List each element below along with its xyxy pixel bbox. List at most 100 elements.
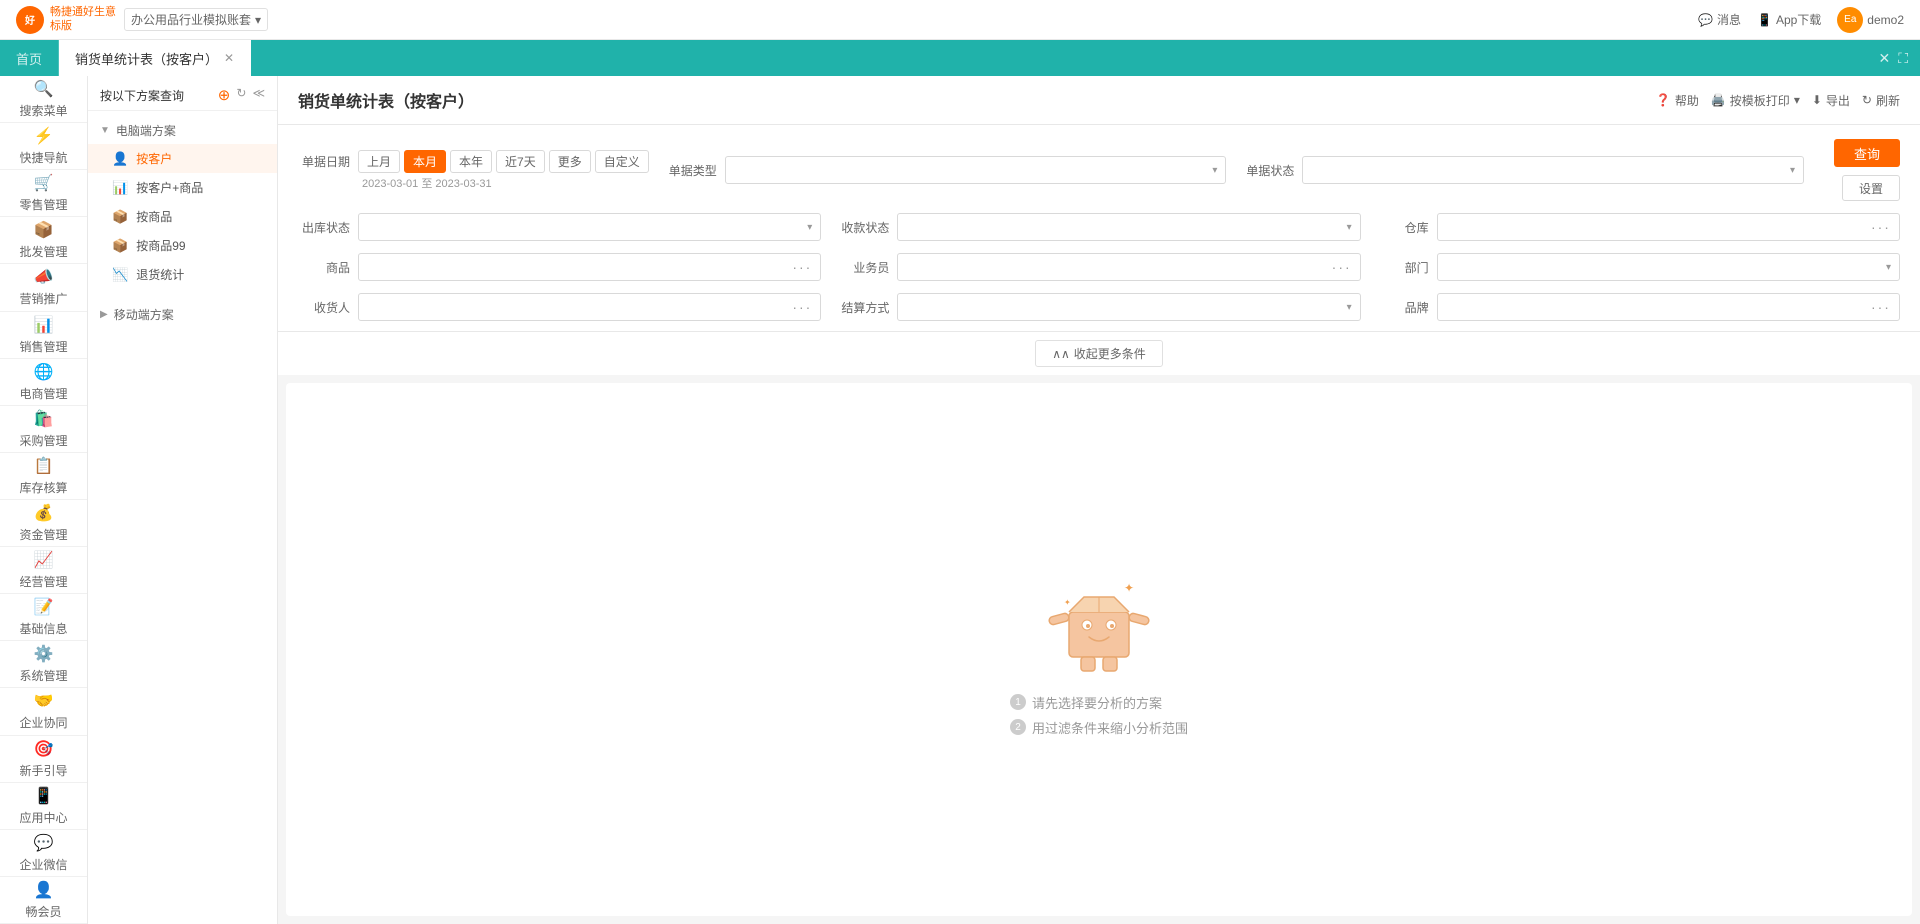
receipt-status-input[interactable]: ▾ bbox=[897, 213, 1360, 241]
warehouse-label: 仓库 bbox=[1377, 219, 1429, 236]
date-btn-custom[interactable]: 自定义 bbox=[595, 150, 649, 173]
sidebar-item-operations[interactable]: 📈 经营管理 bbox=[0, 547, 87, 594]
scheme-item-by-customer[interactable]: 👤 按客户 bbox=[88, 144, 277, 173]
refresh-scheme-icon[interactable]: ↻ bbox=[236, 86, 246, 104]
tab-maximize-icon[interactable]: ⛶ bbox=[1898, 50, 1908, 67]
sidebar-item-wechat[interactable]: 💬 企业微信 bbox=[0, 830, 87, 877]
settlement-arrow-icon: ▾ bbox=[1347, 302, 1352, 313]
doc-type-arrow-icon: ▾ bbox=[1212, 165, 1217, 176]
sidebar-item-wholesale[interactable]: 📦 批发管理 bbox=[0, 217, 87, 264]
salesperson-input[interactable]: ··· bbox=[897, 253, 1360, 281]
sidebar-item-ecommerce[interactable]: 🌐 电商管理 bbox=[0, 359, 87, 406]
sidebar-item-quick-nav[interactable]: ⚡ 快捷导航 bbox=[0, 123, 87, 170]
collapse-scheme-icon[interactable]: ≪ bbox=[252, 86, 265, 104]
sidebar-item-newuser[interactable]: 🎯 新手引导 bbox=[0, 736, 87, 783]
user-avatar-button[interactable]: Ea demo2 bbox=[1837, 7, 1904, 33]
scheme-group-mobile-header[interactable]: ▶ 移动端方案 bbox=[88, 301, 277, 328]
date-btn-this-month[interactable]: 本月 bbox=[404, 150, 446, 173]
page-title-bar: 销货单统计表（按客户） ❓ 帮助 🖨️ 按模板打印 ▾ ⬇ 导出 bbox=[278, 76, 1920, 125]
doc-type-input[interactable]: ▾ bbox=[725, 156, 1227, 184]
search-icon: 🔍 bbox=[34, 79, 54, 99]
date-btn-last-7days[interactable]: 近7天 bbox=[496, 150, 545, 173]
date-btn-this-year[interactable]: 本年 bbox=[450, 150, 492, 173]
sidebar-item-wechat-label: 企业微信 bbox=[19, 856, 67, 873]
sidebar-item-basic[interactable]: 📝 基础信息 bbox=[0, 594, 87, 641]
warehouse-input[interactable]: ··· bbox=[1437, 213, 1900, 241]
scheme-item-by-product-99-label: 按商品99 bbox=[136, 237, 185, 254]
scheme-item-product99-icon: 📦 bbox=[112, 238, 128, 254]
operations-icon: 📈 bbox=[34, 550, 54, 570]
scheme-item-by-product-99[interactable]: 📦 按商品99 bbox=[88, 231, 277, 260]
help-icon: ❓ bbox=[1656, 93, 1671, 107]
collapse-button[interactable]: ∧∧ 收起更多条件 bbox=[1035, 340, 1163, 367]
filter-brand: 品牌 ··· bbox=[1377, 293, 1900, 321]
scheme-header-title: 按以下方案查询 bbox=[100, 87, 184, 104]
date-btn-more[interactable]: 更多 bbox=[549, 150, 591, 173]
wholesale-icon: 📦 bbox=[34, 220, 54, 240]
date-btn-last-month[interactable]: 上月 bbox=[358, 150, 400, 173]
sidebar-item-appcenter[interactable]: 📱 应用中心 bbox=[0, 783, 87, 830]
doc-status-input[interactable]: ▾ bbox=[1302, 156, 1804, 184]
scheme-group-desktop-header[interactable]: ▼ 电脑端方案 bbox=[88, 117, 277, 144]
brand-input[interactable]: ··· bbox=[1437, 293, 1900, 321]
message-button[interactable]: 💬 消息 bbox=[1698, 11, 1741, 28]
consignee-input[interactable]: ··· bbox=[358, 293, 821, 321]
warehouse-dots-icon: ··· bbox=[1871, 219, 1891, 235]
salesperson-label: 业务员 bbox=[837, 259, 889, 276]
sidebar-item-inventory[interactable]: 📋 库存核算 bbox=[0, 453, 87, 500]
sidebar-item-retail-label: 零售管理 bbox=[19, 196, 67, 213]
scheme-item-return-icon: 📉 bbox=[112, 267, 128, 283]
tab-minimize-icon[interactable]: ✕ bbox=[1878, 50, 1890, 67]
sidebar-item-purchase-label: 采购管理 bbox=[19, 432, 67, 449]
sales-icon: 📊 bbox=[34, 315, 54, 335]
logo-area: 好 畅捷通好生意 标版 bbox=[16, 6, 116, 34]
settlement-input[interactable]: ▾ bbox=[897, 293, 1360, 321]
out-status-label: 出库状态 bbox=[298, 219, 350, 236]
add-scheme-button[interactable]: ⊕ bbox=[218, 86, 231, 104]
sidebar-item-retail[interactable]: 🛒 零售管理 bbox=[0, 170, 87, 217]
template-print-button[interactable]: 🖨️ 按模板打印 ▾ bbox=[1711, 92, 1800, 109]
scheme-item-by-product[interactable]: 📦 按商品 bbox=[88, 202, 277, 231]
sidebar-item-sales[interactable]: 📊 销售管理 bbox=[0, 312, 87, 359]
industry-selector[interactable]: 办公用品行业模拟账套 ▾ bbox=[124, 8, 268, 31]
member-icon: 👤 bbox=[34, 880, 54, 900]
sidebar-item-system[interactable]: ⚙️ 系统管理 bbox=[0, 641, 87, 688]
department-input[interactable]: ▾ bbox=[1437, 253, 1900, 281]
sidebar-item-member[interactable]: 👤 畅会员 bbox=[0, 877, 87, 924]
filter-row-3: 商品 ··· 业务员 ··· 部门 bbox=[298, 253, 1900, 281]
filter-date: 单据日期 上月 本月 本年 近7天 更多 自定义 2023-03-0 bbox=[298, 150, 649, 191]
salesperson-dots-icon: ··· bbox=[1332, 259, 1352, 275]
sidebar-item-finance[interactable]: 💰 资金管理 bbox=[0, 500, 87, 547]
tab-close-icon[interactable]: ✕ bbox=[224, 51, 234, 65]
settings-button[interactable]: 设置 bbox=[1842, 175, 1900, 201]
consignee-label: 收货人 bbox=[298, 299, 350, 316]
sidebar-item-search[interactable]: 🔍 搜索菜单 bbox=[0, 76, 87, 123]
sidebar-item-operations-label: 经营管理 bbox=[19, 573, 67, 590]
help-button[interactable]: ❓ 帮助 bbox=[1656, 92, 1699, 109]
page-actions: ❓ 帮助 🖨️ 按模板打印 ▾ ⬇ 导出 ↻ 刷新 bbox=[1656, 92, 1900, 121]
sidebar-item-newuser-label: 新手引导 bbox=[19, 762, 67, 779]
scheme-header: 按以下方案查询 ⊕ ↻ ≪ bbox=[88, 76, 277, 111]
sidebar-item-enterprise[interactable]: 🤝 企业协同 bbox=[0, 688, 87, 735]
out-status-input[interactable]: ▾ bbox=[358, 213, 821, 241]
main-content: 销货单统计表（按客户） ❓ 帮助 🖨️ 按模板打印 ▾ ⬇ 导出 bbox=[278, 76, 1920, 924]
export-button[interactable]: ⬇ 导出 bbox=[1812, 92, 1850, 109]
scheme-item-by-customer-product[interactable]: 📊 按客户+商品 bbox=[88, 173, 277, 202]
svg-text:✦: ✦ bbox=[1064, 598, 1071, 607]
product-input[interactable]: ··· bbox=[358, 253, 821, 281]
filter-consignee: 收货人 ··· bbox=[298, 293, 821, 321]
sidebar-item-purchase[interactable]: 🛍️ 采购管理 bbox=[0, 406, 87, 453]
sidebar-item-wholesale-label: 批发管理 bbox=[19, 243, 67, 260]
tab-home[interactable]: 首页 bbox=[0, 40, 59, 76]
app-download-button[interactable]: 📱 App下载 bbox=[1757, 11, 1821, 28]
refresh-button[interactable]: ↻ 刷新 bbox=[1862, 92, 1900, 109]
sidebar-item-finance-label: 资金管理 bbox=[19, 526, 67, 543]
sidebar-item-marketing[interactable]: 📣 营销推广 bbox=[0, 264, 87, 311]
department-label: 部门 bbox=[1377, 259, 1429, 276]
scheme-item-return-stat[interactable]: 📉 退货统计 bbox=[88, 260, 277, 289]
tab-sales-stat[interactable]: 销货单统计表（按客户） ✕ bbox=[59, 40, 251, 76]
inventory-icon: 📋 bbox=[34, 456, 54, 476]
newuser-icon: 🎯 bbox=[34, 739, 54, 759]
query-button[interactable]: 查询 bbox=[1834, 139, 1900, 167]
quick-nav-icon: ⚡ bbox=[34, 126, 54, 146]
